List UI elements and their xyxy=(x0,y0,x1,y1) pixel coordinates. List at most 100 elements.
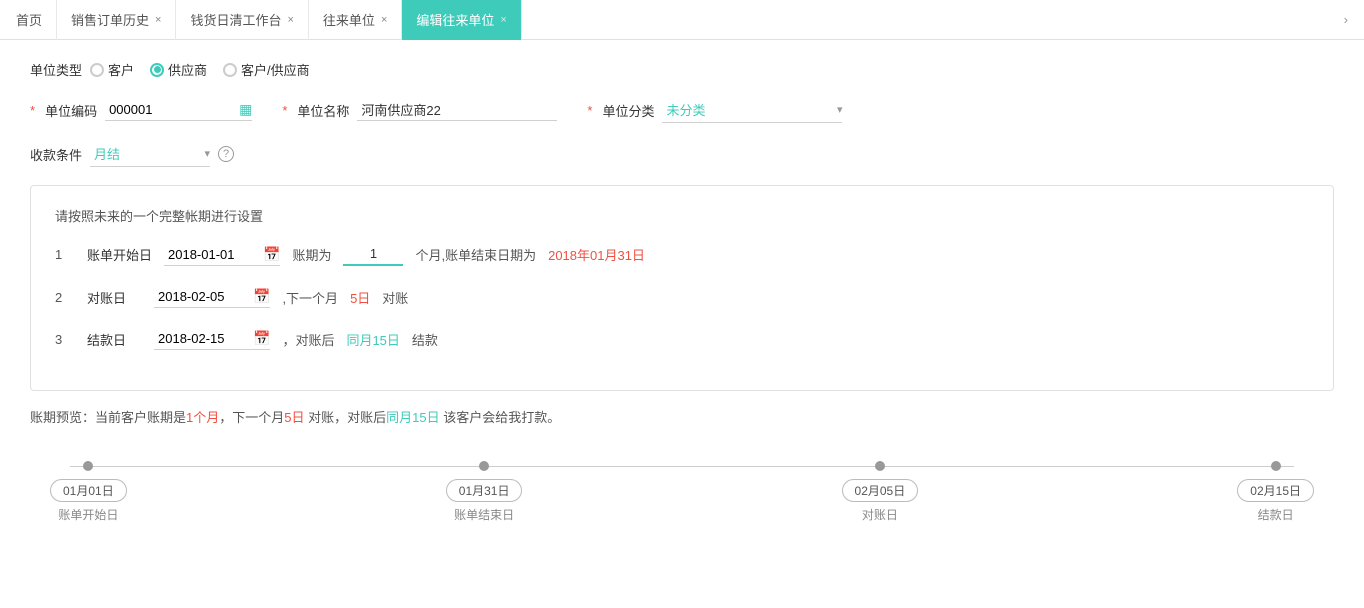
radio-both[interactable]: 客户/供应商 xyxy=(223,60,310,79)
radio-customer-circle xyxy=(90,63,104,77)
reconcile-date-label: 对账日 xyxy=(87,288,142,307)
period-start-date-input-group: 📅 xyxy=(164,244,280,266)
payment-day-highlight: 同月15日 xyxy=(346,330,399,349)
period-start-date-input[interactable] xyxy=(164,244,259,265)
tab-home[interactable]: 首页 xyxy=(8,0,57,40)
timeline-point-4: 02月15日 结款日 xyxy=(1237,446,1314,523)
radio-customer[interactable]: 客户 xyxy=(90,60,134,79)
preview-part2: ，下一个月 xyxy=(219,410,284,425)
unit-category-group: * 单位分类 未分类 ▾ xyxy=(587,97,842,123)
unit-code-icon[interactable]: ▦ xyxy=(239,101,252,118)
payment-prefix: ，对账后 xyxy=(282,330,334,349)
timeline: 01月01日 账单开始日 01月31日 账单结束日 02月05日 对账日 02月… xyxy=(30,446,1334,523)
timeline-dot-4 xyxy=(1271,461,1281,471)
timeline-dot-1 xyxy=(83,461,93,471)
unit-category-select[interactable]: 未分类 ▾ xyxy=(662,97,842,123)
unit-code-input-wrap: ▦ xyxy=(105,99,252,121)
tab-cash-ledger[interactable]: 钱货日清工作台 × xyxy=(176,0,308,40)
period-end-prefix: 个月,账单结束日期为 xyxy=(415,245,536,264)
period-row-1-num: 1 xyxy=(55,247,75,262)
tab-counterpart[interactable]: 往来单位 × xyxy=(309,0,402,40)
radio-group: 客户 供应商 客户/供应商 xyxy=(90,60,310,79)
period-months-input[interactable] xyxy=(343,243,403,266)
payment-terms-row: 收款条件 月结 ▾ ? xyxy=(30,141,1334,167)
payment-terms-group: 收款条件 月结 ▾ ? xyxy=(30,141,234,167)
unit-type-row: 单位类型 客户 供应商 客户/供应商 xyxy=(30,60,1334,79)
timeline-dot-3 xyxy=(875,461,885,471)
preview-part1-highlight: 1个月 xyxy=(186,410,219,425)
preview-suffix: 该客户会给我打款。 xyxy=(440,410,561,425)
unit-name-input[interactable] xyxy=(357,99,557,121)
unit-category-label: 单位分类 xyxy=(602,101,654,120)
payment-suffix: 结款 xyxy=(412,330,438,349)
period-row-2-num: 2 xyxy=(55,290,75,305)
unit-code-group: * 单位编码 ▦ xyxy=(30,99,252,121)
payment-terms-label: 收款条件 xyxy=(30,145,82,164)
tab-counterpart-close[interactable]: × xyxy=(381,14,387,26)
unit-code-label: 单位编码 xyxy=(45,101,97,120)
period-row-1: 1 账单开始日 📅 账期为 个月,账单结束日期为 2018年01月31日 xyxy=(55,243,1309,266)
tab-cash-ledger-close[interactable]: × xyxy=(287,14,293,26)
tab-edit-counterpart-close[interactable]: × xyxy=(500,14,506,26)
unit-type-group: 单位类型 客户 供应商 客户/供应商 xyxy=(30,60,310,79)
timeline-points: 01月01日 账单开始日 01月31日 账单结束日 02月05日 对账日 02月… xyxy=(50,446,1314,523)
period-start-date-cal-icon[interactable]: 📅 xyxy=(263,246,280,263)
unit-name-group: * 单位名称 xyxy=(282,99,557,121)
timeline-label-3: 对账日 xyxy=(862,506,898,523)
reconcile-suffix: 对账 xyxy=(382,288,408,307)
radio-supplier-label: 供应商 xyxy=(168,60,207,79)
unit-name-required: * xyxy=(282,103,287,118)
tab-sales-order-history-label: 销售订单历史 xyxy=(71,10,149,29)
unit-category-arrow: ▾ xyxy=(837,103,843,116)
tab-edit-counterpart[interactable]: 编辑往来单位 × xyxy=(402,0,521,40)
period-row-3-num: 3 xyxy=(55,332,75,347)
timeline-badge-1: 01月01日 xyxy=(50,479,127,502)
period-row-3: 3 结款日 📅 ，对账后 同月15日 结款 xyxy=(55,328,1309,350)
payment-terms-select[interactable]: 月结 ▾ xyxy=(90,141,210,167)
period-term-label: 账期为 xyxy=(292,245,331,264)
timeline-badge-2: 01月31日 xyxy=(446,479,523,502)
reconcile-date-input[interactable] xyxy=(154,286,249,307)
unit-type-label: 单位类型 xyxy=(30,60,82,79)
tab-scroll-arrow[interactable]: › xyxy=(1336,12,1356,27)
main-content: 单位类型 客户 供应商 客户/供应商 * 单位编码 xyxy=(0,40,1364,608)
reconcile-prefix: ,下一个月 xyxy=(282,288,338,307)
radio-both-label: 客户/供应商 xyxy=(241,60,310,79)
payment-date-input[interactable] xyxy=(154,328,249,349)
unit-code-required: * xyxy=(30,103,35,118)
period-start-date-label: 账单开始日 xyxy=(87,245,152,264)
payment-date-input-group: 📅 xyxy=(154,328,270,350)
unit-category-value: 未分类 xyxy=(662,97,832,122)
payment-terms-value: 月结 xyxy=(90,141,200,166)
timeline-label-1: 账单开始日 xyxy=(58,506,118,523)
reconcile-day-highlight: 5日 xyxy=(350,288,370,307)
tab-sales-order-history-close[interactable]: × xyxy=(155,14,161,26)
period-end-date-highlight: 2018年01月31日 xyxy=(548,245,645,264)
payment-terms-arrow: ▾ xyxy=(204,147,210,160)
preview-prefix: 账期预览：当前客户账期是 xyxy=(30,410,186,425)
timeline-point-3: 02月05日 对账日 xyxy=(842,446,919,523)
preview-part3: 对账，对账后 xyxy=(305,410,387,425)
timeline-badge-3: 02月05日 xyxy=(842,479,919,502)
unit-category-required: * xyxy=(587,103,592,118)
radio-both-circle xyxy=(223,63,237,77)
payment-date-cal-icon[interactable]: 📅 xyxy=(253,330,270,347)
preview-part2-highlight: 5日 xyxy=(284,410,304,425)
unit-code-input[interactable] xyxy=(105,99,235,120)
timeline-label-2: 账单结束日 xyxy=(454,506,514,523)
timeline-point-2: 01月31日 账单结束日 xyxy=(446,446,523,523)
tab-edit-counterpart-label: 编辑往来单位 xyxy=(416,10,494,29)
reconcile-date-cal-icon[interactable]: 📅 xyxy=(253,288,270,305)
reconcile-date-input-group: 📅 xyxy=(154,286,270,308)
tabs-bar: 首页 销售订单历史 × 钱货日清工作台 × 往来单位 × 编辑往来单位 × › xyxy=(0,0,1364,40)
period-box-title: 请按照未来的一个完整帐期进行设置 xyxy=(55,206,1309,225)
radio-customer-label: 客户 xyxy=(108,60,134,79)
tab-sales-order-history[interactable]: 销售订单历史 × xyxy=(57,0,176,40)
unit-info-row: * 单位编码 ▦ * 单位名称 * 单位分类 未分类 ▾ xyxy=(30,97,1334,123)
help-icon[interactable]: ? xyxy=(218,146,234,162)
preview-part3-highlight: 同月15日 xyxy=(386,410,439,425)
radio-supplier[interactable]: 供应商 xyxy=(150,60,207,79)
tab-home-label: 首页 xyxy=(16,10,42,29)
tab-cash-ledger-label: 钱货日清工作台 xyxy=(190,10,281,29)
period-row-2: 2 对账日 📅 ,下一个月 5日 对账 xyxy=(55,286,1309,308)
